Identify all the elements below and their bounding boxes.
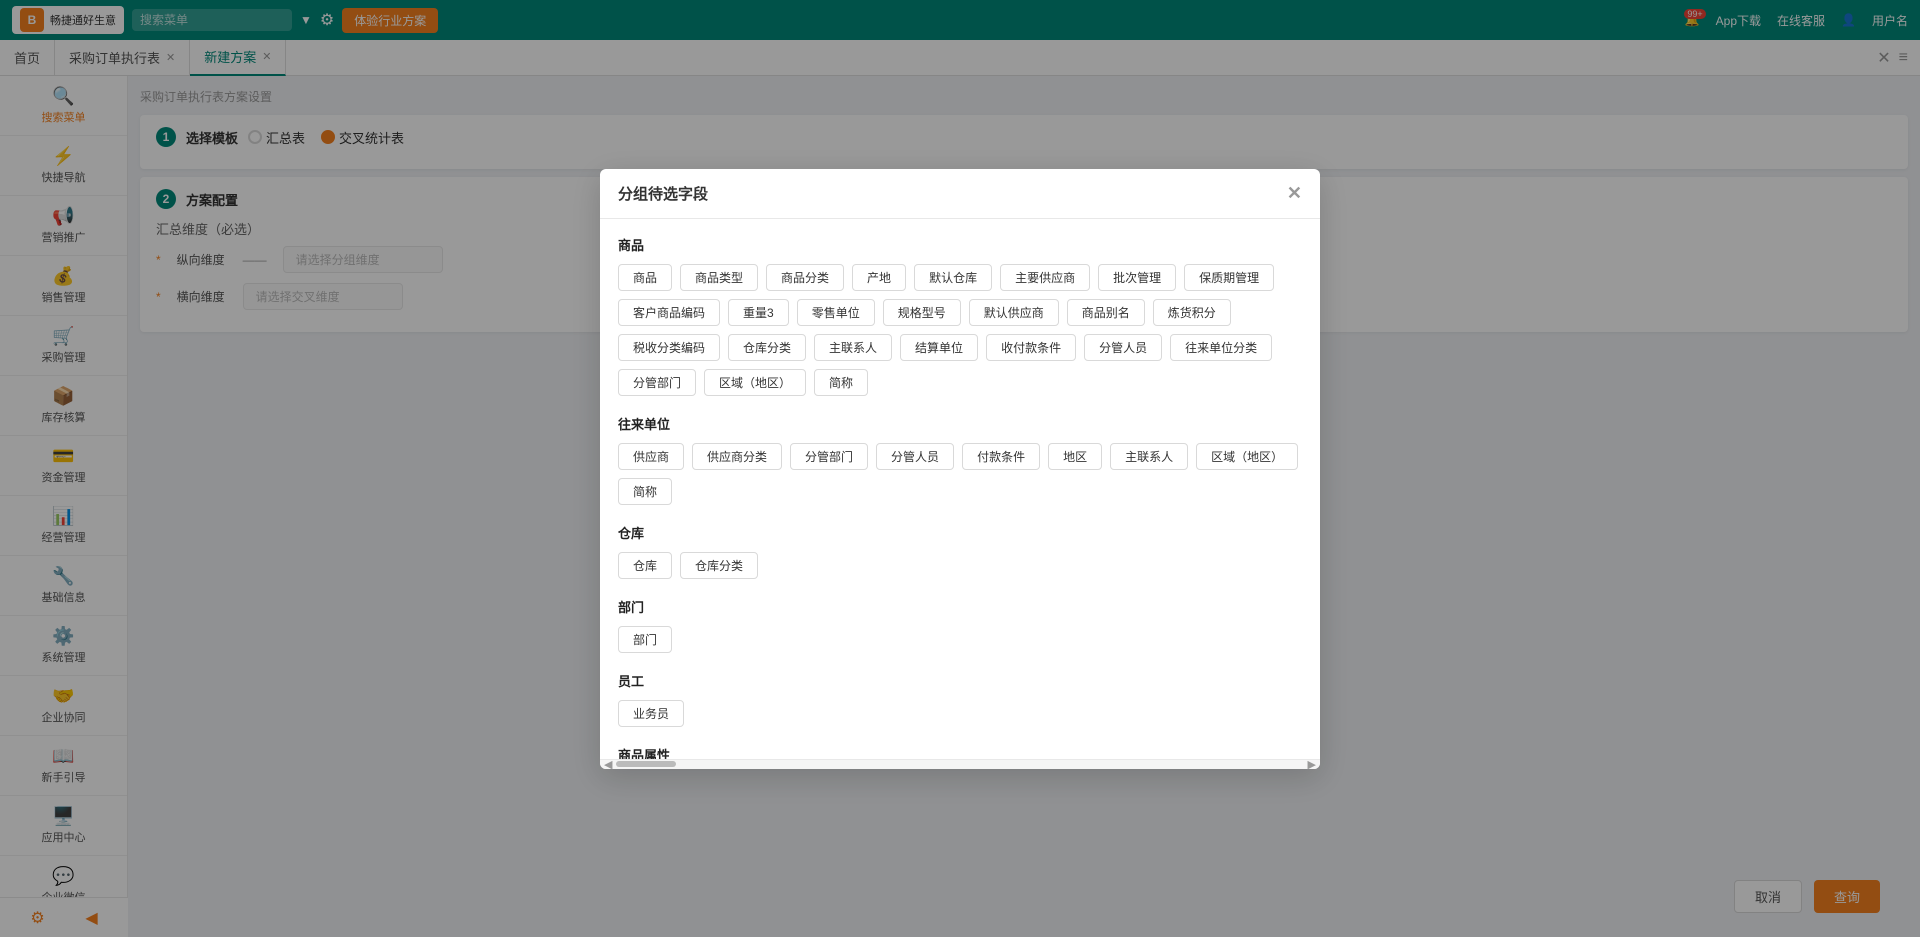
- tag-warehouse-name[interactable]: 仓库: [618, 552, 672, 579]
- section-staff-tags: 业务员: [618, 700, 1302, 727]
- section-goods-title: 商品: [618, 235, 1302, 254]
- modal-close-button[interactable]: ✕: [1287, 183, 1302, 204]
- tag-goods-custcode[interactable]: 客户商品编码: [618, 299, 720, 326]
- modal-overlay[interactable]: 分组待选字段 ✕ 商品 商品 商品类型 商品分类 产地 默认仓库 主要供应商 批…: [0, 0, 1920, 937]
- tag-goods-retailunit[interactable]: 零售单位: [797, 299, 875, 326]
- tag-goods-weight[interactable]: 重量3: [728, 299, 789, 326]
- tag-goods-supplier[interactable]: 主要供应商: [1000, 264, 1090, 291]
- tag-staff-sales[interactable]: 业务员: [618, 700, 684, 727]
- tag-goods-supervisor[interactable]: 分管人员: [1084, 334, 1162, 361]
- tag-goods-payterms[interactable]: 收付款条件: [986, 334, 1076, 361]
- tag-partner-abbr[interactable]: 简称: [618, 478, 672, 505]
- tag-goods-origin[interactable]: 产地: [852, 264, 906, 291]
- tag-goods-settle[interactable]: 结算单位: [900, 334, 978, 361]
- tag-goods-warehouse[interactable]: 默认仓库: [914, 264, 992, 291]
- section-partner-tags: 供应商 供应商分类 分管部门 分管人员 付款条件 地区 主联系人 区域（地区） …: [618, 443, 1302, 505]
- tag-partner-area[interactable]: 区域（地区）: [1196, 443, 1298, 470]
- tag-goods-taxcode[interactable]: 税收分类编码: [618, 334, 720, 361]
- section-warehouse-tags: 仓库 仓库分类: [618, 552, 1302, 579]
- tag-goods-refinescore[interactable]: 炼货积分: [1153, 299, 1231, 326]
- section-staff: 员工 业务员: [618, 671, 1302, 727]
- tag-goods-batch[interactable]: 批次管理: [1098, 264, 1176, 291]
- tag-goods-maincontact[interactable]: 主联系人: [814, 334, 892, 361]
- section-goods-tags: 商品 商品类型 商品分类 产地 默认仓库 主要供应商 批次管理 保质期管理 客户…: [618, 264, 1302, 396]
- tag-partner-payterms[interactable]: 付款条件: [962, 443, 1040, 470]
- section-goodsattr-title: 商品属性: [618, 745, 1302, 759]
- section-dept-title: 部门: [618, 597, 1302, 616]
- tag-goods-item[interactable]: 商品: [618, 264, 672, 291]
- tag-goods-alias[interactable]: 商品别名: [1067, 299, 1145, 326]
- tag-warehouse-cat[interactable]: 仓库分类: [680, 552, 758, 579]
- modal-body: 商品 商品 商品类型 商品分类 产地 默认仓库 主要供应商 批次管理 保质期管理…: [600, 219, 1320, 759]
- tag-goods-abbr[interactable]: 简称: [814, 369, 868, 396]
- tag-partner-supervisor[interactable]: 分管人员: [876, 443, 954, 470]
- hscroll-thumb[interactable]: [616, 761, 676, 767]
- tag-partner-suppliercat[interactable]: 供应商分类: [692, 443, 782, 470]
- modal-hscroll[interactable]: ◀ ▶: [600, 759, 1320, 769]
- tag-dept-name[interactable]: 部门: [618, 626, 672, 653]
- section-dept-tags: 部门: [618, 626, 1302, 653]
- section-warehouse: 仓库 仓库 仓库分类: [618, 523, 1302, 579]
- section-partner: 往来单位 供应商 供应商分类 分管部门 分管人员 付款条件 地区 主联系人 区域…: [618, 414, 1302, 505]
- tag-goods-type[interactable]: 商品类型: [680, 264, 758, 291]
- section-goodsattr: 商品属性 属性 颜色 多规格 尺码 鞋码 1: [618, 745, 1302, 759]
- tag-partner-dept[interactable]: 分管部门: [790, 443, 868, 470]
- tag-goods-category[interactable]: 商品分类: [766, 264, 844, 291]
- tag-goods-defsupplier[interactable]: 默认供应商: [969, 299, 1059, 326]
- field-select-modal: 分组待选字段 ✕ 商品 商品 商品类型 商品分类 产地 默认仓库 主要供应商 批…: [600, 169, 1320, 769]
- tag-partner-supplier[interactable]: 供应商: [618, 443, 684, 470]
- modal-title: 分组待选字段: [618, 183, 708, 204]
- tag-partner-region[interactable]: 地区: [1048, 443, 1102, 470]
- tag-goods-spec[interactable]: 规格型号: [883, 299, 961, 326]
- tag-goods-tradecate[interactable]: 往来单位分类: [1170, 334, 1272, 361]
- modal-header: 分组待选字段 ✕: [600, 169, 1320, 219]
- tag-goods-expiry[interactable]: 保质期管理: [1184, 264, 1274, 291]
- tag-goods-mgrdept[interactable]: 分管部门: [618, 369, 696, 396]
- section-dept: 部门 部门: [618, 597, 1302, 653]
- tag-goods-storecate[interactable]: 仓库分类: [728, 334, 806, 361]
- tag-goods-region[interactable]: 区域（地区）: [704, 369, 806, 396]
- section-partner-title: 往来单位: [618, 414, 1302, 433]
- section-staff-title: 员工: [618, 671, 1302, 690]
- section-warehouse-title: 仓库: [618, 523, 1302, 542]
- section-goods: 商品 商品 商品类型 商品分类 产地 默认仓库 主要供应商 批次管理 保质期管理…: [618, 235, 1302, 396]
- tag-partner-contact[interactable]: 主联系人: [1110, 443, 1188, 470]
